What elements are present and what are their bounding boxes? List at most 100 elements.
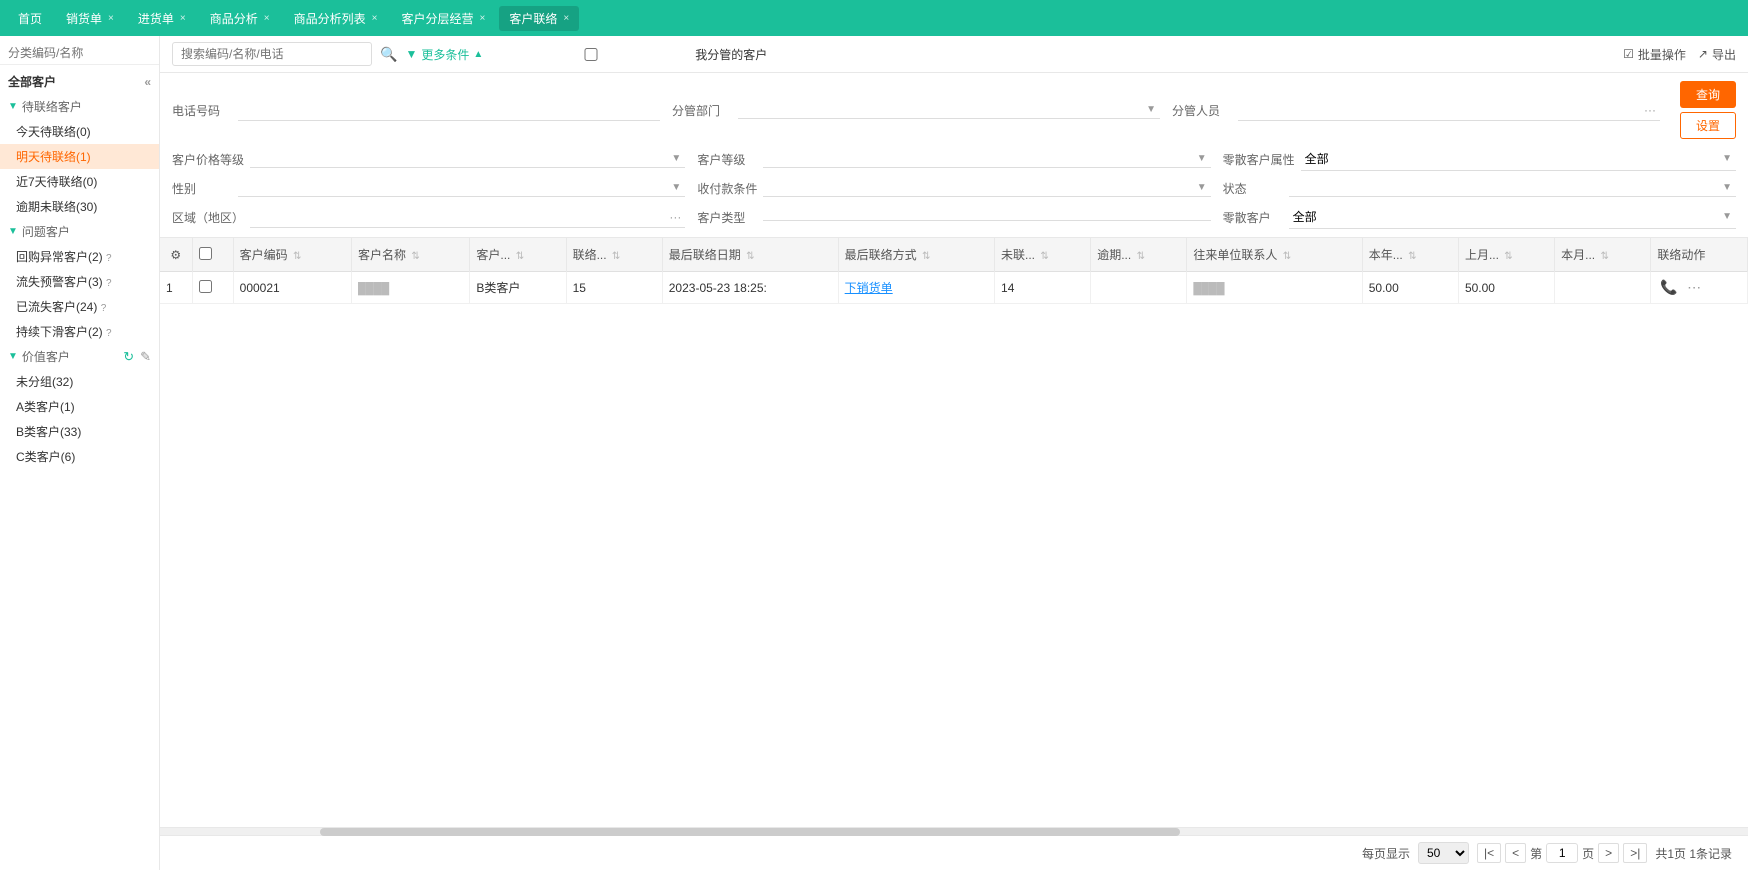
retail-attr-select[interactable]: 全部 ▼ xyxy=(1301,147,1736,171)
col-this-year[interactable]: 本年... ⇅ xyxy=(1362,238,1458,272)
retail-customer-select[interactable]: 全部 ▼ xyxy=(1289,205,1736,229)
sidebar-item-a-class[interactable]: A类客户(1) xyxy=(0,394,159,419)
row-select-checkbox[interactable] xyxy=(199,280,212,293)
nav-customer-tier[interactable]: 客户分层经营 × xyxy=(391,6,495,31)
sidebar-item-churn-warning[interactable]: 流失预警客户(3) ? xyxy=(0,269,159,294)
price-level-chevron-icon: ▼ xyxy=(671,153,681,164)
my-customers-checkbox[interactable] xyxy=(491,48,691,61)
col-last-type[interactable]: 最后联络方式 ⇅ xyxy=(838,238,994,272)
page-size-select[interactable]: 50 100 200 xyxy=(1418,842,1469,864)
retail-attr-chevron-icon: ▼ xyxy=(1722,153,1732,164)
sort-contacts-icon: ⇅ xyxy=(612,251,620,262)
scrollbar-thumb[interactable] xyxy=(320,828,1180,836)
sort-this-year-icon: ⇅ xyxy=(1408,251,1416,262)
col-contacts[interactable]: 联络... ⇅ xyxy=(566,238,662,272)
row-last-type[interactable]: 下销货单 xyxy=(838,272,994,304)
sort-last-type-icon: ⇅ xyxy=(922,251,930,262)
name-blurred: ████ xyxy=(358,283,389,295)
nav-home[interactable]: 首页 xyxy=(8,6,52,31)
first-page-button[interactable]: |< xyxy=(1477,843,1501,863)
nav-product-analysis[interactable]: 商品分析 × xyxy=(200,6,280,31)
action-phone-icon[interactable]: 📞 xyxy=(1660,279,1677,295)
nav-sales-order[interactable]: 销货单 × xyxy=(56,6,124,31)
search-icon[interactable]: 🔍 xyxy=(380,46,397,63)
close-product-analysis-list-icon[interactable]: × xyxy=(372,13,378,24)
collapse-icon[interactable]: « xyxy=(144,75,151,89)
next-page-button[interactable]: > xyxy=(1598,843,1619,863)
col-type[interactable]: 客户... ⇅ xyxy=(470,238,566,272)
more-conditions-button[interactable]: ▼ 更多条件 ▲ xyxy=(405,46,483,63)
edit-value-icon[interactable]: ✎ xyxy=(140,349,151,365)
dept-select[interactable]: ▼ xyxy=(738,101,1160,119)
sidebar-item-declining[interactable]: 持续下滑客户(2) ? xyxy=(0,319,159,344)
value-group-title: ▼ 价值客户 ↻ ✎ xyxy=(0,344,159,369)
export-button[interactable]: ↗ 导出 xyxy=(1698,46,1736,63)
customer-level-select[interactable]: ▼ xyxy=(763,150,1210,168)
close-customer-tier-icon[interactable]: × xyxy=(479,13,485,24)
col-code[interactable]: 客户编码 ⇅ xyxy=(233,238,351,272)
area-dots-icon[interactable]: ··· xyxy=(669,210,681,224)
col-last-date[interactable]: 最后联络日期 ⇅ xyxy=(662,238,838,272)
customer-type-select[interactable] xyxy=(763,214,1210,221)
col-name[interactable]: 客户名称 ⇅ xyxy=(352,238,470,272)
manager-dots-icon[interactable]: ··· xyxy=(1644,103,1656,117)
sidebar-search-input[interactable] xyxy=(8,46,160,60)
status-select[interactable]: ▼ xyxy=(1289,179,1736,197)
filter-phone: 电话号码 xyxy=(172,100,660,121)
row-this-year: 50.00 xyxy=(1362,272,1458,304)
settings-button[interactable]: 设置 xyxy=(1680,112,1736,139)
page-input[interactable] xyxy=(1546,843,1578,863)
table-checkbox-col[interactable] xyxy=(192,238,233,272)
row-checkbox[interactable] xyxy=(192,272,233,304)
payment-select[interactable]: ▼ xyxy=(763,179,1210,197)
table-settings-col[interactable]: ⚙ xyxy=(160,238,192,272)
select-all-checkbox[interactable] xyxy=(199,247,212,260)
phone-input[interactable] xyxy=(238,100,660,121)
col-last-month[interactable]: 上月... ⇅ xyxy=(1458,238,1554,272)
area-select[interactable]: ··· xyxy=(250,207,685,228)
close-product-analysis-icon[interactable]: × xyxy=(264,13,270,24)
nav-purchase-order[interactable]: 进货单 × xyxy=(128,6,196,31)
nav-product-analysis-list[interactable]: 商品分析列表 × xyxy=(284,6,388,31)
last-page-button[interactable]: >| xyxy=(1623,843,1647,863)
sidebar-item-b-class[interactable]: B类客户(33) xyxy=(0,419,159,444)
col-overdue[interactable]: 逾期... ⇅ xyxy=(1091,238,1187,272)
all-customers-title[interactable]: 全部客户 « xyxy=(0,69,159,94)
sidebar: 🔍 全部客户 « ▼ 待联络客户 今天待联络(0) 明天待联络(1) 近7天待联… xyxy=(0,36,160,870)
status-chevron-icon: ▼ xyxy=(1722,182,1732,193)
filter-row-3: 性别 ▼ 收付款条件 ▼ 状态 xyxy=(172,179,1736,197)
batch-action-button[interactable]: ☑ 批量操作 xyxy=(1623,46,1686,63)
sidebar-item-churned[interactable]: 已流失客户(24) ? xyxy=(0,294,159,319)
horizontal-scrollbar[interactable] xyxy=(160,827,1748,835)
close-sales-order-icon[interactable]: × xyxy=(108,13,114,24)
col-unit-contact[interactable]: 往来单位联系人 ⇅ xyxy=(1187,238,1362,272)
gender-select[interactable]: ▼ xyxy=(238,179,685,197)
col-no-contact[interactable]: 未联... ⇅ xyxy=(995,238,1091,272)
table-row: 1 000021 ████ B类客户 15 2023-05-23 18:25: … xyxy=(160,272,1748,304)
sidebar-item-today-pending[interactable]: 今天待联络(0) xyxy=(0,119,159,144)
sidebar-item-7day-pending[interactable]: 近7天待联络(0) xyxy=(0,169,159,194)
manager-select[interactable]: ··· xyxy=(1238,100,1660,121)
col-this-month[interactable]: 本月... ⇅ xyxy=(1555,238,1651,272)
sidebar-item-ungrouped[interactable]: 未分组(32) xyxy=(0,369,159,394)
close-customer-contact-icon[interactable]: × xyxy=(563,13,569,24)
filter-status: 状态 ▼ xyxy=(1223,179,1736,197)
price-level-select[interactable]: ▼ xyxy=(250,150,685,168)
nav-customer-contact[interactable]: 客户联络 × xyxy=(499,6,579,31)
my-customers-checkbox-label[interactable]: 我分管的客户 xyxy=(491,46,767,63)
col-action: 联络动作 xyxy=(1651,238,1748,272)
problem-group-title: ▼ 问题客户 xyxy=(0,219,159,244)
sidebar-item-c-class[interactable]: C类客户(6) xyxy=(0,444,159,469)
sidebar-item-tomorrow-pending[interactable]: 明天待联络(1) xyxy=(0,144,159,169)
close-purchase-order-icon[interactable]: × xyxy=(180,13,186,24)
prev-page-button[interactable]: < xyxy=(1505,843,1526,863)
row-no: 1 xyxy=(160,272,192,304)
action-more-icon[interactable]: ⋯ xyxy=(1687,279,1701,295)
sidebar-item-overdue-pending[interactable]: 逾期未联络(30) xyxy=(0,194,159,219)
query-button[interactable]: 查询 xyxy=(1680,81,1736,108)
row-action: 📞 ⋯ xyxy=(1651,272,1748,304)
filter-price-level: 客户价格等级 ▼ xyxy=(172,150,685,168)
refresh-value-icon[interactable]: ↻ xyxy=(123,349,134,365)
sidebar-item-repurchase-abnormal[interactable]: 回购异常客户(2) ? xyxy=(0,244,159,269)
search-input[interactable] xyxy=(172,42,372,66)
